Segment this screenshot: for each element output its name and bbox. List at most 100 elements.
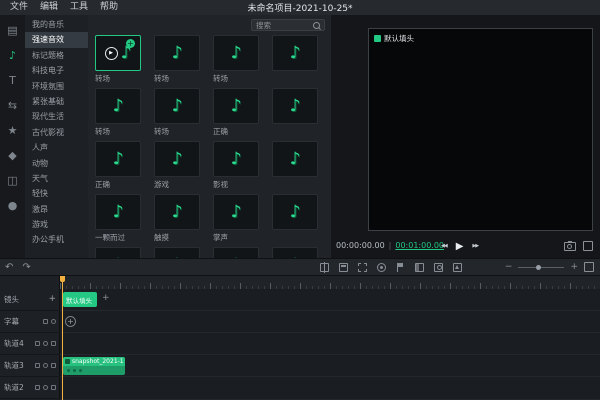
- lock-icon[interactable]: [35, 363, 40, 368]
- next-frame-button[interactable]: ▶▶: [472, 243, 478, 249]
- audio-thumbnail[interactable]: ♪: [213, 35, 259, 71]
- track-header-4[interactable]: 轨道4: [0, 333, 60, 355]
- category-item[interactable]: 环境氛围: [25, 79, 88, 94]
- audio-thumbnail[interactable]: ♪: [154, 35, 200, 71]
- category-item[interactable]: 游戏: [25, 217, 88, 232]
- audio-thumbnail[interactable]: ♪: [272, 194, 318, 230]
- timeline-clip-media[interactable]: snapshot_2021-1: [63, 357, 125, 375]
- mute-icon[interactable]: [51, 385, 56, 390]
- audio-tile[interactable]: ♪ 游戏: [154, 141, 200, 188]
- track-header-2[interactable]: 轨道2: [0, 377, 60, 399]
- category-item[interactable]: 激昂: [25, 202, 88, 217]
- audio-thumbnail[interactable]: ♪: [95, 194, 141, 230]
- search-input[interactable]: 搜索: [251, 19, 325, 31]
- category-item-selected[interactable]: 强速音效: [25, 32, 88, 47]
- media-icon[interactable]: ▤: [0, 18, 25, 43]
- record-icon[interactable]: ●: [0, 193, 25, 218]
- audio-thumbnail[interactable]: ♪: [213, 88, 259, 124]
- audio-tile[interactable]: ♪: [272, 194, 318, 241]
- category-item[interactable]: 标记题格: [25, 48, 88, 63]
- zoom-in-icon[interactable]: +: [570, 262, 578, 272]
- track-header-subtitle[interactable]: 字幕: [0, 311, 60, 333]
- audio-thumbnail[interactable]: ♪: [213, 141, 259, 177]
- eye-icon[interactable]: [43, 363, 48, 368]
- menu-help[interactable]: 帮助: [94, 0, 124, 15]
- audio-thumbnail[interactable]: ♪: [95, 247, 141, 258]
- audio-thumbnail[interactable]: ♪: [272, 88, 318, 124]
- menu-edit[interactable]: 编辑: [34, 0, 64, 15]
- audio-tile[interactable]: ♪: [95, 247, 141, 258]
- track-header-3[interactable]: 轨道3: [0, 355, 60, 377]
- snapshot-tool-icon[interactable]: [434, 263, 443, 272]
- audio-thumbnail[interactable]: ♪: [272, 247, 318, 258]
- mute-icon[interactable]: [51, 363, 56, 368]
- previous-frame-button[interactable]: ◀◀: [441, 243, 447, 249]
- category-item[interactable]: 紧张基础: [25, 94, 88, 109]
- play-button[interactable]: ▶: [456, 241, 464, 252]
- crop-icon[interactable]: [358, 263, 367, 272]
- audio-thumbnail[interactable]: ♪: [154, 141, 200, 177]
- add-to-timeline-icon[interactable]: +: [126, 39, 135, 48]
- fit-timeline-icon[interactable]: [584, 262, 594, 272]
- audio-tile[interactable]: ♪ 转场: [213, 35, 259, 82]
- audio-tile[interactable]: ♪ 一颗而过: [95, 194, 141, 241]
- audio-icon[interactable]: ♪: [0, 43, 25, 68]
- timeline-ruler[interactable]: [60, 276, 600, 289]
- split-icon[interactable]: [320, 263, 329, 272]
- category-item[interactable]: 天气: [25, 171, 88, 186]
- timeline-clip-camera[interactable]: 默认填头: [63, 292, 97, 307]
- chroma-key-icon[interactable]: [415, 263, 424, 272]
- timeline-zoom-slider[interactable]: [518, 267, 564, 268]
- audio-tile[interactable]: ♪ 转场: [95, 88, 141, 135]
- category-item[interactable]: 科技电子: [25, 63, 88, 78]
- audio-tile[interactable]: ▶ ♪ + 转场: [95, 35, 141, 82]
- audio-tile[interactable]: ♪: [154, 247, 200, 258]
- audio-thumbnail[interactable]: ♪: [272, 35, 318, 71]
- eye-icon[interactable]: [43, 385, 48, 390]
- audio-thumbnail[interactable]: ♪: [95, 141, 141, 177]
- audio-thumbnail[interactable]: ♪: [154, 247, 200, 258]
- text-icon[interactable]: T: [0, 68, 25, 93]
- add-subtitle-icon[interactable]: +: [65, 316, 76, 327]
- audio-tile[interactable]: ♪ 转场: [154, 88, 200, 135]
- lock-icon[interactable]: [43, 319, 48, 324]
- audio-tile[interactable]: ♪ 掌声: [213, 194, 259, 241]
- category-item[interactable]: 动物: [25, 156, 88, 171]
- menu-tools[interactable]: 工具: [64, 0, 94, 15]
- audio-tile[interactable]: ♪: [272, 35, 318, 82]
- snapshot-icon[interactable]: [564, 242, 576, 251]
- audio-thumbnail[interactable]: ♪: [95, 88, 141, 124]
- add-clip-icon[interactable]: +: [102, 293, 110, 303]
- audio-thumbnail[interactable]: ♪: [213, 194, 259, 230]
- category-item[interactable]: 现代生活: [25, 109, 88, 124]
- audio-thumbnail[interactable]: ♪: [154, 194, 200, 230]
- redo-icon[interactable]: ↷: [22, 262, 30, 273]
- track-lane-subtitle[interactable]: +: [60, 311, 600, 333]
- mute-icon[interactable]: [51, 319, 56, 324]
- track-header-camera[interactable]: 镜头 +: [0, 289, 60, 311]
- play-preview-icon[interactable]: ▶: [105, 47, 118, 60]
- delete-icon[interactable]: [339, 263, 348, 272]
- audio-thumbnail[interactable]: ♪: [213, 247, 259, 258]
- audio-tile[interactable]: ♪ 正确: [95, 141, 141, 188]
- transition-icon[interactable]: ⇆: [0, 93, 25, 118]
- track-lane-3[interactable]: snapshot_2021-1: [60, 355, 600, 377]
- category-item[interactable]: 古代影视: [25, 125, 88, 140]
- audio-tile[interactable]: ♪ 转场: [154, 35, 200, 82]
- track-lane-camera[interactable]: 默认填头 +: [60, 289, 600, 311]
- eye-icon[interactable]: [43, 341, 48, 346]
- zoom-out-icon[interactable]: −: [505, 262, 513, 272]
- elements-icon[interactable]: ◆: [0, 143, 25, 168]
- mute-icon[interactable]: [51, 341, 56, 346]
- audio-tile[interactable]: ♪: [272, 141, 318, 188]
- current-time[interactable]: 00:00:00.00: [336, 241, 385, 250]
- lock-icon[interactable]: [35, 341, 40, 346]
- playhead-line[interactable]: [62, 276, 63, 400]
- speed-icon[interactable]: [377, 263, 386, 272]
- audio-tile[interactable]: ♪: [272, 88, 318, 135]
- audio-thumbnail[interactable]: ♪: [154, 88, 200, 124]
- category-item[interactable]: 轻快: [25, 186, 88, 201]
- category-item[interactable]: 我的音乐: [25, 17, 88, 32]
- split-screen-icon[interactable]: ◫: [0, 168, 25, 193]
- menu-file[interactable]: 文件: [4, 0, 34, 15]
